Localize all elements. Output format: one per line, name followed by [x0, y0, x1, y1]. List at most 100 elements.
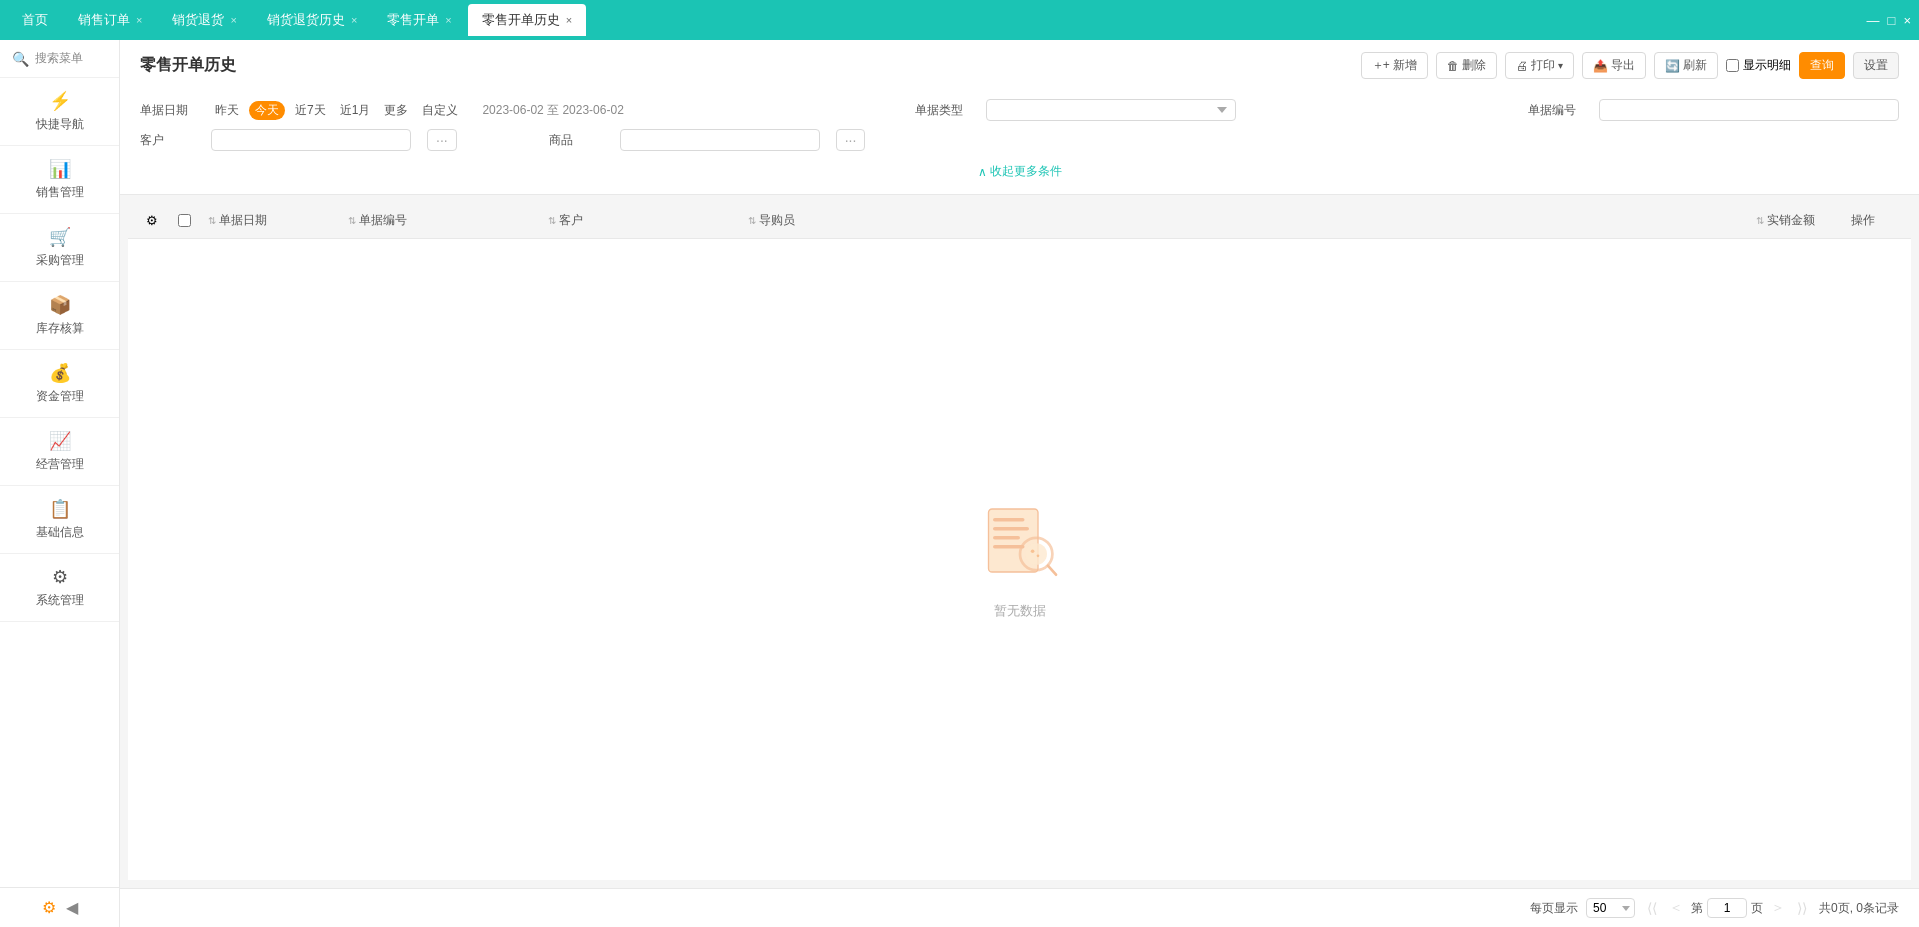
export-icon: 📤: [1593, 59, 1608, 73]
sidebar-item-label: 基础信息: [36, 524, 84, 541]
sidebar-item-label: 库存核算: [36, 320, 84, 337]
total-info: 共0页, 0条记录: [1819, 900, 1899, 917]
main-layout: 🔍 搜索菜单 ⚡ 快捷导航 📊 销售管理 🛒 采购管理 📦 库存核算 💰 资金管…: [0, 40, 1919, 927]
close-icon[interactable]: ×: [230, 14, 236, 26]
close-window-icon[interactable]: ×: [1903, 13, 1911, 28]
sort-icon: ⇅: [348, 215, 356, 226]
minimize-icon[interactable]: —: [1867, 13, 1880, 28]
collapse-up-icon: ∧: [978, 165, 987, 179]
page-title-row: 零售开单历史 ＋ + 新增 🗑 删除 🖨 打印 ▾: [140, 52, 1899, 79]
page-size-select[interactable]: 50 20 100: [1586, 898, 1635, 918]
tab-home[interactable]: 首页: [8, 4, 62, 36]
th-settings[interactable]: ⚙: [136, 213, 168, 228]
date-opt-custom[interactable]: 自定义: [418, 101, 462, 120]
th-customer[interactable]: ⇅ 客户: [540, 212, 740, 229]
content-area: 零售开单历史 ＋ + 新增 🗑 删除 🖨 打印 ▾: [120, 40, 1919, 927]
sidebar-bottom: ⚙ ◀: [0, 887, 119, 927]
th-guide[interactable]: ⇅ 导购员: [740, 212, 880, 229]
sidebar-item-operation[interactable]: 📈 经营管理: [0, 418, 119, 486]
sort-icon: ⇅: [1756, 215, 1764, 226]
goods-filter-label: 商品: [549, 132, 604, 149]
empty-state: 暂无数据: [128, 239, 1911, 880]
refresh-button[interactable]: 🔄 刷新: [1654, 52, 1718, 79]
close-icon[interactable]: ×: [445, 14, 451, 26]
search-icon: 🔍: [12, 51, 29, 67]
refresh-icon: 🔄: [1665, 59, 1680, 73]
table-wrapper: ⚙ ⇅ 单据日期 ⇅ 单据编号 ⇅ 客户: [128, 203, 1911, 880]
customer-filter-input[interactable]: [211, 129, 411, 151]
add-button[interactable]: ＋ + 新增: [1361, 52, 1428, 79]
th-amount[interactable]: ⇅ 实销金额: [1703, 212, 1823, 229]
first-page-button[interactable]: ⟨⟨: [1643, 898, 1661, 918]
num-filter-input[interactable]: [1599, 99, 1899, 121]
purchase-icon: 🛒: [49, 226, 71, 248]
pagination: 每页显示 50 20 100 ⟨⟨ ＜ 第 页 ＞ ⟩⟩ 共0页, 0条记录: [120, 888, 1919, 927]
th-checkbox[interactable]: [168, 214, 200, 227]
th-num[interactable]: ⇅ 单据编号: [340, 212, 540, 229]
svg-rect-2: [993, 527, 1029, 531]
svg-point-9: [1036, 554, 1039, 557]
svg-line-7: [1047, 565, 1055, 574]
prev-page-button[interactable]: ＜: [1665, 897, 1687, 919]
settings-icon[interactable]: ⚙: [42, 898, 56, 917]
sidebar-item-shortcut[interactable]: ⚡ 快捷导航: [0, 78, 119, 146]
sidebar-item-label: 销售管理: [36, 184, 84, 201]
next-page-button[interactable]: ＞: [1767, 897, 1789, 919]
sort-icon: ⇅: [208, 215, 216, 226]
collapse-icon[interactable]: ◀: [66, 898, 78, 917]
svg-point-8: [1030, 549, 1034, 553]
date-opt-1month[interactable]: 近1月: [336, 101, 375, 120]
tab-sales-return[interactable]: 销货退货 ×: [158, 4, 250, 36]
print-button[interactable]: 🖨 打印 ▾: [1505, 52, 1574, 79]
sidebar-search[interactable]: 🔍 搜索菜单: [0, 40, 119, 78]
empty-text: 暂无数据: [994, 602, 1046, 620]
display-detail-checkbox[interactable]: [1726, 59, 1739, 72]
display-detail-toggle[interactable]: 显示明细: [1726, 57, 1791, 74]
goods-filter-input[interactable]: [620, 129, 820, 151]
sidebar-item-finance[interactable]: 💰 资金管理: [0, 350, 119, 418]
sidebar-item-basic[interactable]: 📋 基础信息: [0, 486, 119, 554]
customer-dots[interactable]: ···: [427, 129, 457, 151]
page-unit: 页: [1751, 900, 1763, 917]
sidebar-item-sales[interactable]: 📊 销售管理: [0, 146, 119, 214]
close-icon[interactable]: ×: [136, 14, 142, 26]
tab-sales-order[interactable]: 销售订单 ×: [64, 4, 156, 36]
select-all-checkbox[interactable]: [178, 214, 191, 227]
collapse-button[interactable]: ∧ 收起更多条件: [978, 163, 1062, 180]
sidebar-item-label: 经营管理: [36, 456, 84, 473]
filter-row-customer: 客户 ··· 商品 ···: [140, 129, 1899, 151]
settings-columns-icon[interactable]: ⚙: [146, 213, 158, 228]
sidebar-item-purchase[interactable]: 🛒 采购管理: [0, 214, 119, 282]
close-icon[interactable]: ×: [351, 14, 357, 26]
maximize-icon[interactable]: □: [1888, 13, 1896, 28]
export-button[interactable]: 📤 导出: [1582, 52, 1646, 79]
type-filter-select[interactable]: [986, 99, 1236, 121]
date-opt-more[interactable]: 更多: [380, 101, 412, 120]
print-dropdown-icon: ▾: [1558, 60, 1563, 71]
tab-retail-open[interactable]: 零售开单 ×: [373, 4, 465, 36]
delete-button[interactable]: 🗑 删除: [1436, 52, 1497, 79]
th-date[interactable]: ⇅ 单据日期: [200, 212, 340, 229]
page-input[interactable]: [1707, 898, 1747, 918]
toolbar: ＋ + 新增 🗑 删除 🖨 打印 ▾ 📤 导出: [1361, 52, 1899, 79]
date-opt-yesterday[interactable]: 昨天: [211, 101, 243, 120]
sidebar-item-label: 资金管理: [36, 388, 84, 405]
goods-dots[interactable]: ···: [836, 129, 866, 151]
query-button[interactable]: 查询: [1799, 52, 1845, 79]
sidebar-item-label: 采购管理: [36, 252, 84, 269]
page-title: 零售开单历史: [140, 55, 236, 76]
date-opt-7days[interactable]: 近7天: [291, 101, 330, 120]
system-icon: ⚙: [52, 566, 68, 588]
settings-button[interactable]: 设置: [1853, 52, 1899, 79]
date-opt-today[interactable]: 今天: [249, 101, 285, 120]
svg-point-6: [1025, 543, 1047, 565]
tab-retail-history[interactable]: 零售开单历史 ×: [468, 4, 586, 36]
sidebar-item-system[interactable]: ⚙ 系统管理: [0, 554, 119, 622]
sidebar-item-inventory[interactable]: 📦 库存核算: [0, 282, 119, 350]
shortcut-icon: ⚡: [49, 90, 71, 112]
tab-sales-return-history[interactable]: 销货退货历史 ×: [253, 4, 371, 36]
close-icon[interactable]: ×: [566, 14, 572, 26]
svg-rect-1: [993, 518, 1025, 522]
type-filter-label: 单据类型: [915, 102, 970, 119]
last-page-button[interactable]: ⟩⟩: [1793, 898, 1811, 918]
